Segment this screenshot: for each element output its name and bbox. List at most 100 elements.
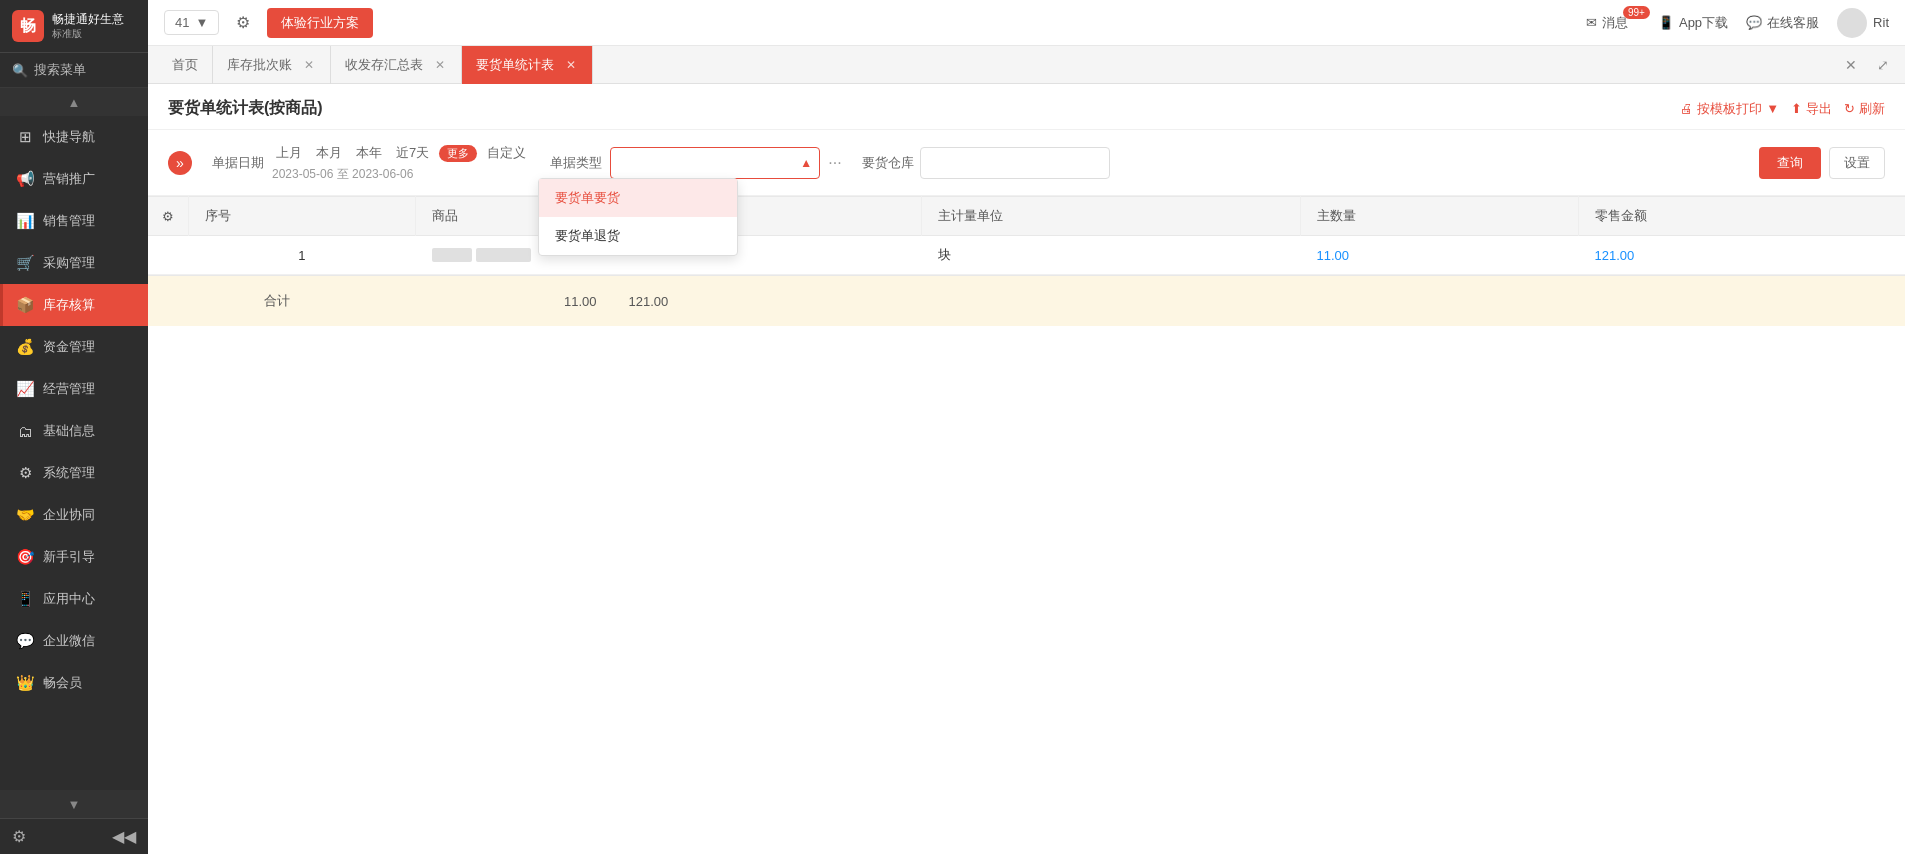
td-amount[interactable]: 121.00 (1579, 236, 1905, 275)
wechat-icon: 💬 (15, 631, 35, 651)
data-table: ⚙ 序号 商品 主计量单位 主数量 零售金额 1 (148, 196, 1905, 275)
sidebar-item-app-center[interactable]: 📱 应用中心 (0, 578, 148, 620)
sidebar-item-system[interactable]: ⚙ 系统管理 (0, 452, 148, 494)
dropdown-item-order-normal[interactable]: 要货单要货 (539, 179, 737, 217)
sidebar-item-operations[interactable]: 📈 经营管理 (0, 368, 148, 410)
settings-button[interactable]: 设置 (1829, 147, 1885, 179)
user-menu[interactable]: Rit (1837, 8, 1889, 38)
type-select-input[interactable] (610, 147, 820, 179)
company-name: 41 (175, 15, 189, 30)
message-button[interactable]: ✉ 消息 99+ (1586, 14, 1640, 32)
sidebar-item-basic-info[interactable]: 🗂 基础信息 (0, 410, 148, 452)
tab-receivable-summary[interactable]: 收发存汇总表 ✕ (331, 46, 462, 84)
finance-icon: 💰 (15, 337, 35, 357)
tab-inventory-batch[interactable]: 库存批次账 ✕ (213, 46, 331, 84)
th-no: 序号 (188, 197, 416, 236)
sidebar-scroll-up[interactable]: ▲ (0, 88, 148, 116)
sidebar-scroll-down[interactable]: ▼ (0, 790, 148, 818)
export-action[interactable]: ⬆ 导出 (1791, 100, 1832, 118)
date-filter-block: 上月 本月 本年 近7天 更多 自定义 2023-05-06 至 2023-06… (272, 142, 530, 183)
table-wrapper: ⚙ 序号 商品 主计量单位 主数量 零售金额 1 (148, 196, 1905, 275)
system-icon: ⚙ (15, 463, 35, 483)
collapse-sidebar-icon[interactable]: ◀◀ (112, 827, 136, 846)
type-select-wrapper: ▲ (610, 147, 820, 179)
tab-home[interactable]: 首页 (158, 46, 213, 84)
td-unit: 块 (922, 236, 1301, 275)
sidebar-item-inventory[interactable]: 📦 库存核算 (0, 284, 148, 326)
table-footer: 合计 11.00 121.00 (148, 275, 1905, 326)
dropdown-item-order-return[interactable]: 要货单退货 (539, 217, 737, 255)
export-label: 导出 (1806, 100, 1832, 118)
sidebar-item-vip[interactable]: 👑 畅会员 (0, 662, 148, 704)
footer-settings-cell (148, 295, 188, 307)
sidebar-item-marketing[interactable]: 📢 营销推广 (0, 158, 148, 200)
sidebar-item-wechat[interactable]: 💬 企业微信 (0, 620, 148, 662)
vip-icon: 👑 (15, 673, 35, 693)
sidebar-item-sales[interactable]: 📊 销售管理 (0, 200, 148, 242)
print-icon: 🖨 (1680, 101, 1693, 116)
date-last-month[interactable]: 上月 (272, 142, 306, 164)
app-center-icon: 📱 (15, 589, 35, 609)
app-download-label: App下载 (1679, 14, 1728, 32)
sidebar-item-label: 营销推广 (43, 170, 95, 188)
sidebar-item-purchase[interactable]: 🛒 采购管理 (0, 242, 148, 284)
sidebar-item-finance[interactable]: 💰 资金管理 (0, 326, 148, 368)
th-settings[interactable]: ⚙ (148, 197, 188, 236)
filter-expand-button[interactable]: » (168, 151, 192, 175)
date-custom[interactable]: 自定义 (483, 142, 530, 164)
page-title-bar: 要货单统计表(按商品) 🖨 按模板打印 ▼ ⬆ 导出 ↻ 刷新 (148, 84, 1905, 130)
filter-area: » 单据日期 上月 本月 本年 近7天 更多 自定义 2023-05-06 至 … (148, 130, 1905, 196)
sidebar-logo: 畅 畅捷通好生意 标准版 (0, 0, 148, 53)
export-icon: ⬆ (1791, 101, 1802, 116)
sidebar-item-label: 系统管理 (43, 464, 95, 482)
settings-bottom-icon[interactable]: ⚙ (12, 827, 26, 846)
filter-more-button[interactable]: ··· (828, 154, 841, 172)
page-body: 要货单统计表(按商品) 🖨 按模板打印 ▼ ⬆ 导出 ↻ 刷新 (148, 84, 1905, 854)
tab-inventory-batch-close[interactable]: ✕ (302, 58, 316, 72)
td-no: 1 (188, 236, 416, 275)
refresh-action[interactable]: ↻ 刷新 (1844, 100, 1885, 118)
app-download-icon: 📱 (1658, 15, 1674, 30)
sidebar-search[interactable]: 🔍 搜索菜单 (0, 53, 148, 88)
tab-receivable-summary-close[interactable]: ✕ (433, 58, 447, 72)
page-title-actions: 🖨 按模板打印 ▼ ⬆ 导出 ↻ 刷新 (1680, 100, 1885, 118)
th-unit: 主计量单位 (922, 197, 1301, 236)
footer-total-label: 合计 (248, 286, 448, 316)
sidebar-item-label: 销售管理 (43, 212, 95, 230)
print-action[interactable]: 🖨 按模板打印 ▼ (1680, 100, 1779, 118)
sidebar-item-label: 畅会员 (43, 674, 82, 692)
window-restore-button[interactable]: ⤢ (1871, 55, 1895, 75)
app-download-button[interactable]: 📱 App下载 (1658, 14, 1728, 32)
th-quantity: 主数量 (1300, 197, 1578, 236)
top-header: 41 ▼ ⚙ 体验行业方案 ✉ 消息 99+ 📱 App下载 💬 在线客服 R (148, 0, 1905, 46)
company-selector[interactable]: 41 ▼ (164, 10, 219, 35)
type-filter-label: 单据类型 (550, 154, 602, 172)
tab-order-stats-close[interactable]: ✕ (564, 58, 578, 72)
date-this-month[interactable]: 本月 (312, 142, 346, 164)
sidebar-item-quick-nav[interactable]: ⊞ 快捷导航 (0, 116, 148, 158)
date-this-year[interactable]: 本年 (352, 142, 386, 164)
sidebar-item-label: 快捷导航 (43, 128, 95, 146)
query-button[interactable]: 查询 (1759, 147, 1821, 179)
warehouse-input[interactable] (920, 147, 1110, 179)
date-last-7-days[interactable]: 近7天 (392, 142, 433, 164)
refresh-icon: ↻ (1844, 101, 1855, 116)
date-more[interactable]: 更多 (439, 145, 477, 162)
sidebar-item-label: 新手引导 (43, 548, 95, 566)
sidebar-item-label: 库存核算 (43, 296, 95, 314)
sidebar-item-label: 经营管理 (43, 380, 95, 398)
refresh-label: 刷新 (1859, 100, 1885, 118)
window-close-button[interactable]: ✕ (1839, 55, 1863, 75)
header-settings-button[interactable]: ⚙ (229, 9, 257, 37)
td-quantity[interactable]: 11.00 (1300, 236, 1578, 275)
online-service-button[interactable]: 💬 在线客服 (1746, 14, 1819, 32)
tab-order-stats[interactable]: 要货单统计表 ✕ (462, 46, 593, 84)
sidebar-item-enterprise[interactable]: 🤝 企业协同 (0, 494, 148, 536)
footer-no-cell (188, 295, 248, 307)
marketing-icon: 📢 (15, 169, 35, 189)
online-service-icon: 💬 (1746, 15, 1762, 30)
sidebar-item-guide[interactable]: 🎯 新手引导 (0, 536, 148, 578)
sidebar-items: ⊞ 快捷导航 📢 营销推广 📊 销售管理 🛒 采购管理 📦 库存核算 💰 资金管… (0, 116, 148, 790)
trial-button[interactable]: 体验行业方案 (267, 8, 373, 38)
main-area: 41 ▼ ⚙ 体验行业方案 ✉ 消息 99+ 📱 App下载 💬 在线客服 R (148, 0, 1905, 854)
